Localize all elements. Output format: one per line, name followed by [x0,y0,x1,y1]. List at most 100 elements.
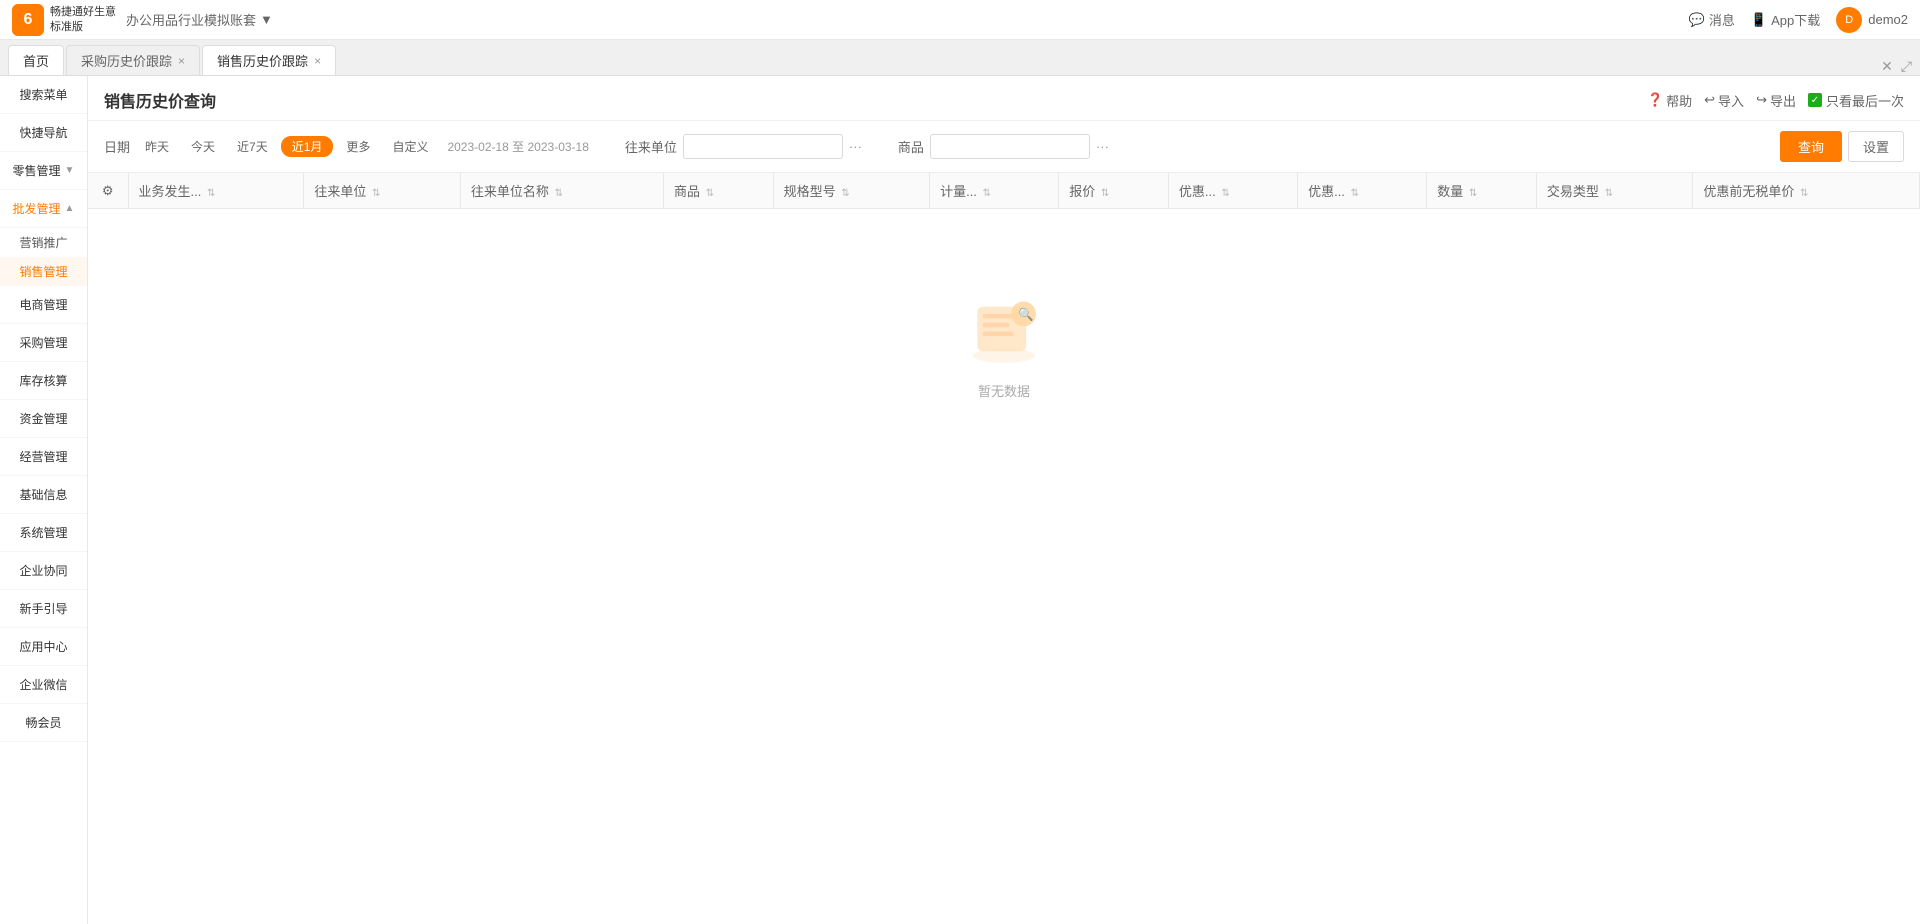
checkbox-icon: ✓ [1808,93,1822,107]
top-bar-right: 💬 消息 📱 App下载 D demo2 [1689,7,1908,33]
sidebar: 搜索菜单 快捷导航 零售管理 ▼ 批发管理 ▲ 营销推广 销售管理 电商管理 采… [0,76,88,924]
app-download-btn[interactable]: 📱 App下载 [1751,10,1820,29]
data-table: ⚙ 业务发生... ⇅ 往来单位 ⇅ 往来单位名称 [88,173,1920,209]
tab-home[interactable]: 首页 [8,45,64,75]
filter-actions: 查询 设置 [1780,131,1904,162]
sort-icon-trade-type: ⇅ [1605,188,1613,199]
sidebar-item-retail-mgmt-label: 零售管理 [13,162,61,179]
top-bar: 6 畅捷通好生意 标准版 办公用品行业模拟账套 ▼ 💬 消息 📱 App下载 D… [0,0,1920,40]
message-btn[interactable]: 💬 消息 [1689,10,1735,29]
sidebar-item-operations-mgmt-label: 经营管理 [19,448,67,465]
sidebar-item-wholesale-mgmt[interactable]: 批发管理 ▲ [0,190,87,228]
sidebar-item-app-center[interactable]: 应用中心 [0,628,87,666]
tab-bar-right: ✕ ⤢ [1881,58,1920,75]
col-trade-type[interactable]: 交易类型 ⇅ [1536,173,1692,209]
only-last-checkbox[interactable]: ✓ 只看最后一次 [1808,91,1904,110]
table-header-row: ⚙ 业务发生... ⇅ 往来单位 ⇅ 往来单位名称 [88,173,1920,209]
sidebar-item-enterprise-wechat[interactable]: 企业微信 [0,666,87,704]
date-options: 昨天 今天 近7天 近1月 更多 自定义 [136,135,437,158]
col-product[interactable]: 商品 ⇅ [663,173,773,209]
app-icon: 📱 [1751,12,1767,28]
tab-close-all-btn[interactable]: ✕ [1881,58,1893,75]
sidebar-item-quick-nav[interactable]: 快捷导航 [0,114,87,152]
sidebar-item-system-mgmt[interactable]: 系统管理 [0,514,87,552]
date-btn-today[interactable]: 今天 [182,135,224,158]
dropdown-arrow-icon: ▼ [260,12,273,27]
sidebar-item-search-menu[interactable]: 搜索菜单 [0,76,87,114]
date-btn-last7days[interactable]: 近7天 [228,135,277,158]
sidebar-item-inventory[interactable]: 库存核算 [0,362,87,400]
date-filter-group: 日期 昨天 今天 近7天 近1月 更多 自定义 2023-02-18 至 202… [104,135,589,158]
user-area[interactable]: D demo2 [1836,7,1908,33]
sidebar-item-vip-member[interactable]: 畅会员 [0,704,87,742]
sidebar-item-purchase-mgmt[interactable]: 采购管理 [0,324,87,362]
partner-dots[interactable]: ··· [849,139,862,154]
date-btn-custom[interactable]: 自定义 [383,135,437,158]
sidebar-item-ecommerce-mgmt-label: 电商管理 [19,296,67,313]
sidebar-item-purchase-mgmt-label: 采购管理 [19,334,67,351]
product-input[interactable] [930,134,1090,159]
tab-purchase-history-label: 采购历史价跟踪 [81,51,172,70]
date-btn-more[interactable]: 更多 [337,135,379,158]
sidebar-item-search-menu-label: 搜索菜单 [19,86,67,103]
sidebar-item-ecommerce-mgmt[interactable]: 电商管理 [0,286,87,324]
tab-sales-history-close[interactable]: × [314,54,321,68]
sidebar-item-enterprise-coop[interactable]: 企业协同 [0,552,87,590]
export-btn[interactable]: ↪ 导出 [1756,91,1796,110]
col-biz-date[interactable]: 业务发生... ⇅ [128,173,304,209]
col-discount2[interactable]: 优惠... ⇅ [1298,173,1427,209]
tab-purchase-history-close[interactable]: × [178,54,185,68]
page-title: 销售历史价查询 [104,88,216,112]
tab-bar: 首页 采购历史价跟踪 × 销售历史价跟踪 × ✕ ⤢ [0,40,1920,76]
sort-icon-quote: ⇅ [1101,188,1109,199]
sidebar-item-enterprise-coop-label: 企业协同 [19,562,67,579]
col-spec[interactable]: 规格型号 ⇅ [773,173,929,209]
page-header: 销售历史价查询 ❓ 帮助 ↩ 导入 ↪ 导出 ✓ [88,76,1920,121]
tab-purchase-history[interactable]: 采购历史价跟踪 × [66,45,200,75]
help-btn[interactable]: ❓ 帮助 [1647,91,1692,110]
col-discount1[interactable]: 优惠... ⇅ [1168,173,1297,209]
sidebar-item-sales-mgmt[interactable]: 销售管理 [0,257,87,286]
sidebar-item-retail-mgmt[interactable]: 零售管理 ▼ [0,152,87,190]
col-settings[interactable]: ⚙ [88,173,128,209]
sidebar-item-enterprise-wechat-label: 企业微信 [19,676,67,693]
sort-icon-quantity: ⇅ [1469,188,1477,199]
import-icon: ↩ [1704,92,1715,108]
sidebar-item-basic-info[interactable]: 基础信息 [0,476,87,514]
sort-icon-product: ⇅ [706,188,714,199]
sidebar-item-finance-mgmt[interactable]: 资金管理 [0,400,87,438]
tab-maximize-btn[interactable]: ⤢ [1901,58,1912,75]
product-dots[interactable]: ··· [1096,139,1109,154]
sort-icon-spec: ⇅ [841,188,849,199]
sidebar-item-vip-member-label: 畅会员 [25,714,61,731]
sidebar-item-newbie-guide-label: 新手引导 [19,600,67,617]
partner-input[interactable] [683,134,843,159]
top-bar-title[interactable]: 办公用品行业模拟账套 ▼ [126,10,273,29]
col-quantity[interactable]: 数量 ⇅ [1427,173,1537,209]
content-area: 销售历史价查询 ❓ 帮助 ↩ 导入 ↪ 导出 ✓ [88,76,1920,924]
import-btn[interactable]: ↩ 导入 [1704,91,1744,110]
col-pre-discount-price[interactable]: 优惠前无税单价 ⇅ [1693,173,1920,209]
sidebar-item-basic-info-label: 基础信息 [19,486,67,503]
sidebar-item-marketing-label: 营销推广 [19,236,67,250]
col-partner-code[interactable]: 往来单位 ⇅ [304,173,460,209]
sort-icon-discount1: ⇅ [1221,188,1229,199]
logo-text: 畅捷通好生意 标准版 [50,5,116,34]
tab-sales-history[interactable]: 销售历史价跟踪 × [202,45,336,75]
sort-icon-discount2: ⇅ [1351,188,1359,199]
table-container: ⚙ 业务发生... ⇅ 往来单位 ⇅ 往来单位名称 [88,173,1920,480]
product-filter-group: 商品 ··· [898,134,1109,159]
col-partner-name[interactable]: 往来单位名称 ⇅ [460,173,663,209]
date-btn-last1month[interactable]: 近1月 [281,136,334,157]
sidebar-item-marketing[interactable]: 营销推广 [0,228,87,257]
col-unit[interactable]: 计量... ⇅ [930,173,1059,209]
sidebar-item-inventory-label: 库存核算 [19,372,67,389]
sidebar-item-operations-mgmt[interactable]: 经营管理 [0,438,87,476]
partner-label: 往来单位 [625,137,677,156]
product-label: 商品 [898,137,924,156]
query-button[interactable]: 查询 [1780,131,1842,162]
date-btn-yesterday[interactable]: 昨天 [136,135,178,158]
sidebar-item-newbie-guide[interactable]: 新手引导 [0,590,87,628]
setting-button[interactable]: 设置 [1848,131,1904,162]
col-quote[interactable]: 报价 ⇅ [1059,173,1169,209]
